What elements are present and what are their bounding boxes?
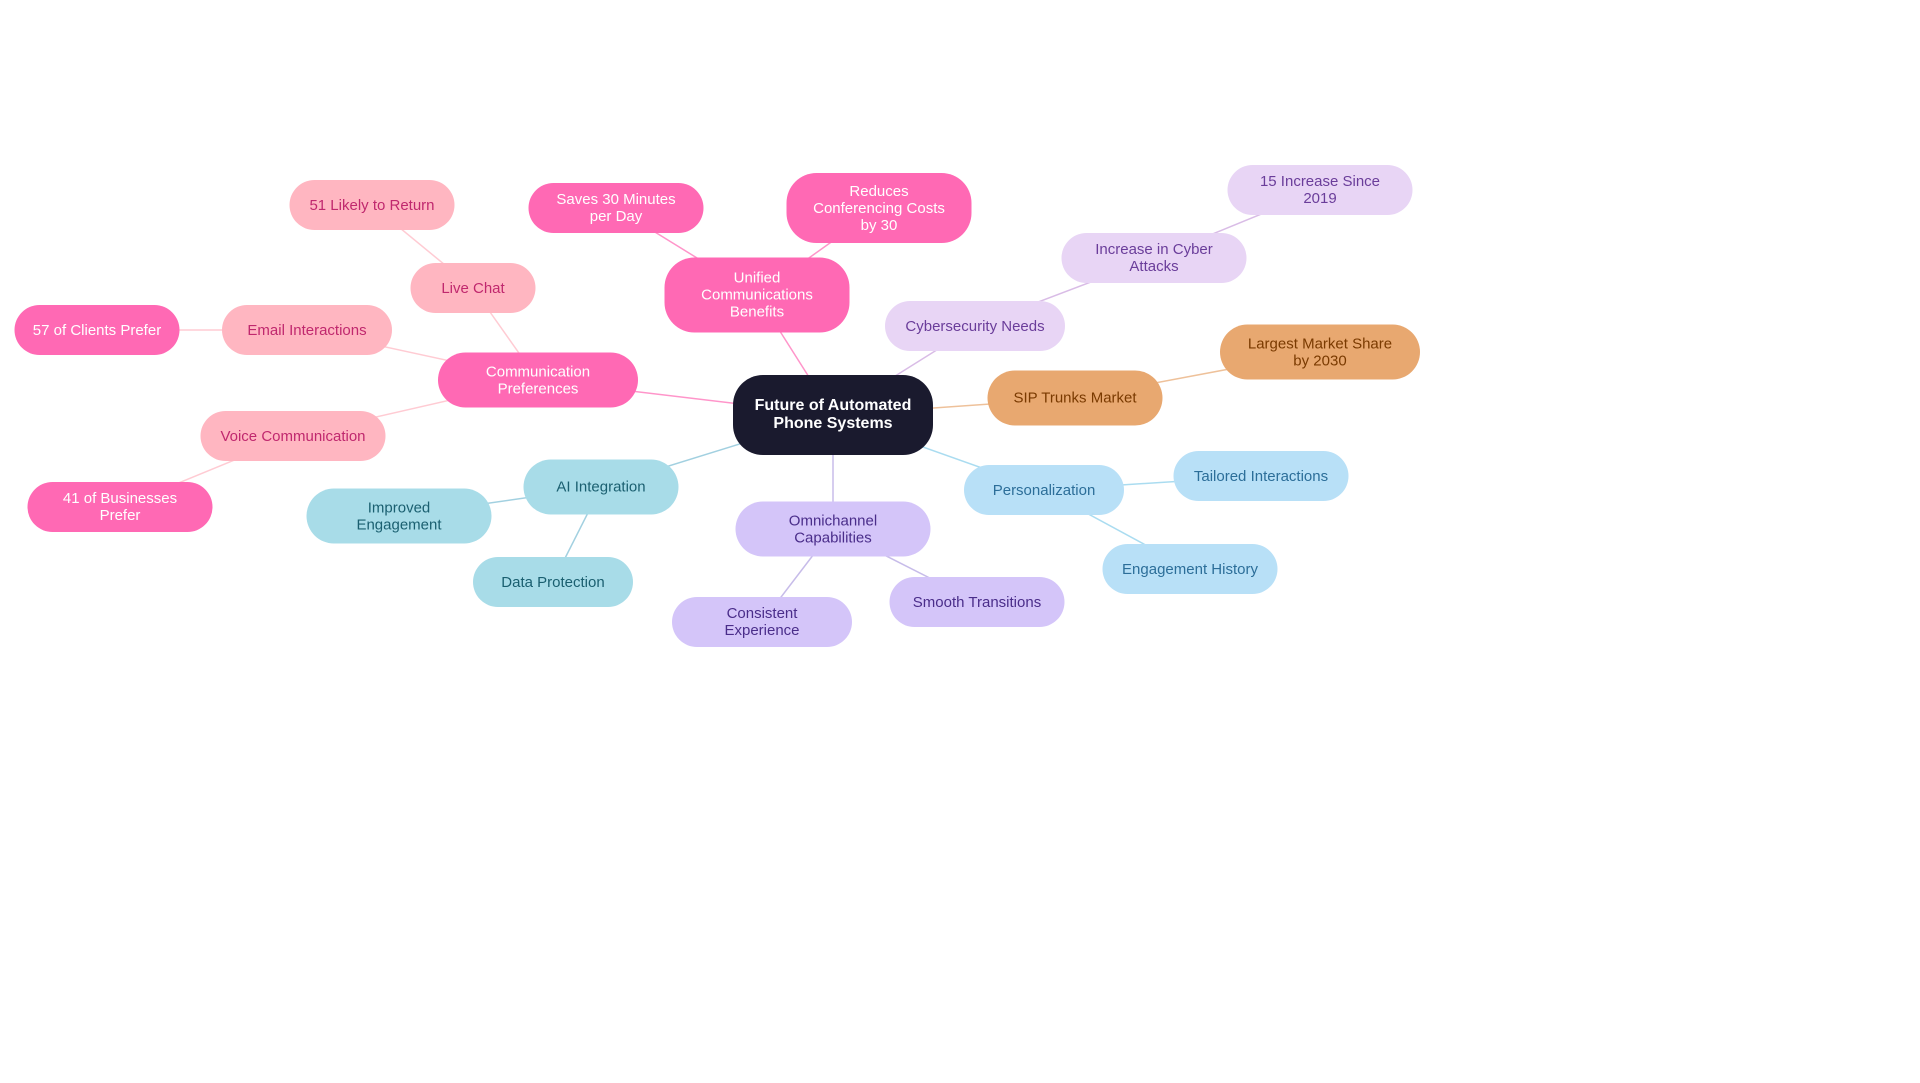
node-sip-trunks[interactable]: SIP Trunks Market	[988, 371, 1163, 426]
node-tailored[interactable]: Tailored Interactions	[1174, 451, 1349, 501]
node-improved-eng[interactable]: Improved Engagement	[307, 489, 492, 544]
node-omnichannel[interactable]: Omnichannel Capabilities	[736, 502, 931, 557]
mindmap-container: Future of Automated Phone Systems Unifie…	[0, 0, 1920, 1083]
node-increase-2019[interactable]: 15 Increase Since 2019	[1228, 165, 1413, 215]
connections-svg	[0, 0, 1920, 1083]
node-saves-30[interactable]: Saves 30 Minutes per Day	[529, 183, 704, 233]
node-live-chat[interactable]: Live Chat	[411, 263, 536, 313]
node-clients-prefer[interactable]: 57 of Clients Prefer	[15, 305, 180, 355]
node-unified-comm[interactable]: Unified Communications Benefits	[665, 258, 850, 333]
node-cyber-attacks[interactable]: Increase in Cyber Attacks	[1062, 233, 1247, 283]
node-eng-history[interactable]: Engagement History	[1103, 544, 1278, 594]
center-node[interactable]: Future of Automated Phone Systems	[733, 375, 933, 455]
node-email-interactions[interactable]: Email Interactions	[222, 305, 392, 355]
node-reduces-conf[interactable]: Reduces Conferencing Costs by 30	[787, 173, 972, 243]
node-consistent-exp[interactable]: Consistent Experience	[672, 597, 852, 647]
node-ai-integration[interactable]: AI Integration	[524, 460, 679, 515]
node-smooth-trans[interactable]: Smooth Transitions	[890, 577, 1065, 627]
node-biz-prefer[interactable]: 41 of Businesses Prefer	[28, 482, 213, 532]
node-data-protection[interactable]: Data Protection	[473, 557, 633, 607]
node-comm-prefs[interactable]: Communication Preferences	[438, 353, 638, 408]
node-cyber-needs[interactable]: Cybersecurity Needs	[885, 301, 1065, 351]
node-likely-return[interactable]: 51 Likely to Return	[290, 180, 455, 230]
node-largest-market[interactable]: Largest Market Share by 2030	[1220, 325, 1420, 380]
node-personalization[interactable]: Personalization	[964, 465, 1124, 515]
node-voice-comm[interactable]: Voice Communication	[201, 411, 386, 461]
